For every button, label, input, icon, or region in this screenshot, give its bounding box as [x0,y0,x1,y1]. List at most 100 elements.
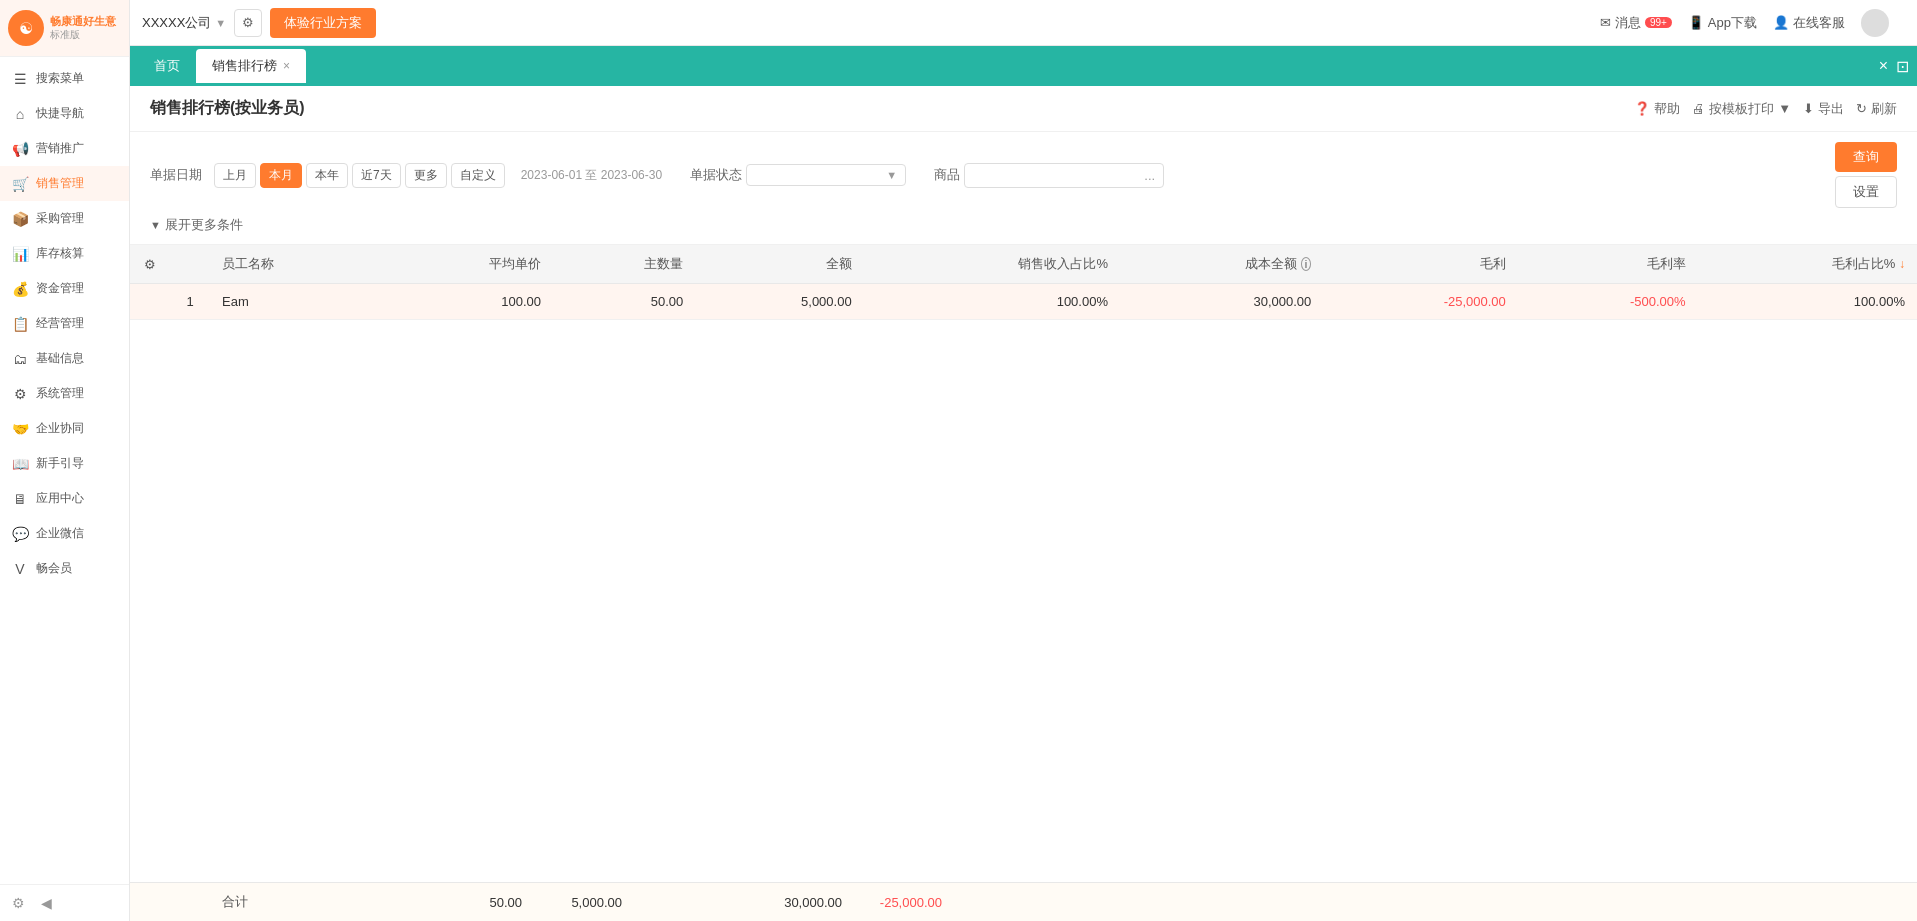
footer-main-qty: 50.00 [442,895,522,910]
nav-label-8: 基础信息 [36,350,84,367]
tab-minimize-icon[interactable]: × [1879,57,1888,76]
header-right: ✉ 消息 99+ 📱 App下载 👤 在线客服 [1600,9,1905,37]
table-footer: 合计 50.00 5,000.00 30,000.00 -25,000.00 [130,882,1917,921]
sidebar-item-6[interactable]: 💰资金管理 [0,271,129,306]
tab-close-icon[interactable]: × [283,59,290,73]
query-button[interactable]: 查询 [1835,142,1897,172]
col-gross-pct: 毛利占比% ↓ [1698,245,1917,284]
col-amount: 全额 [695,245,863,284]
data-table: ⚙ 员工名称 平均单价 主数量 全额 销售收入占比% 成本全额 i 毛利 毛利率… [130,245,1917,320]
row-settings [130,284,170,320]
date-range-display: 2023-06-01 至 2023-06-30 [521,167,662,184]
expand-label: 展开更多条件 [165,216,243,234]
print-button[interactable]: 🖨 按模板打印 ▼ [1692,100,1791,118]
col-sales-pct: 销售收入占比% [864,245,1120,284]
nav-label-6: 资金管理 [36,280,84,297]
date-btn-this-year[interactable]: 本年 [306,163,348,188]
nav-icon-1: ⌂ [12,106,28,122]
settings-icon-btn[interactable]: ⚙ [234,9,262,37]
date-btn-7days[interactable]: 近7天 [352,163,401,188]
refresh-label: 刷新 [1871,100,1897,118]
help-icon: ❓ [1634,101,1650,116]
sidebar-item-11[interactable]: 📖新手引导 [0,446,129,481]
online-service-label: 在线客服 [1793,14,1845,32]
expand-button[interactable]: ▼ 展开更多条件 [150,216,1897,234]
page-actions: ❓ 帮助 🖨 按模板打印 ▼ ⬇ 导出 ↻ 刷新 [1634,100,1897,118]
avatar[interactable] [1861,9,1889,37]
table-row: 1 Eam 100.00 50.00 5,000.00 100.00% 30,0… [130,284,1917,320]
date-btn-more[interactable]: 更多 [405,163,447,188]
col-name: 员工名称 [210,245,382,284]
sidebar-collapse-icon[interactable]: ◀ [41,895,52,911]
nav-label-14: 畅会员 [36,560,72,577]
col-settings[interactable]: ⚙ [130,245,170,284]
sidebar-item-0[interactable]: ☰搜索菜单 [0,61,129,96]
row-avg-price: 100.00 [382,284,554,320]
date-btn-custom[interactable]: 自定义 [451,163,505,188]
settings-button[interactable]: 设置 [1835,176,1897,208]
row-amount: 5,000.00 [695,284,863,320]
date-filter-label: 单据日期 [150,166,202,184]
online-service-action[interactable]: 👤 在线客服 [1773,14,1845,32]
nav-icon-7: 📋 [12,316,28,332]
col-gross: 毛利 [1323,245,1518,284]
date-btn-last-month[interactable]: 上月 [214,163,256,188]
status-select[interactable]: ▼ [746,164,906,186]
message-action[interactable]: ✉ 消息 99+ [1600,14,1672,32]
footer-cost: 30,000.00 [722,895,842,910]
tab-maximize-icon[interactable]: ⊡ [1896,57,1909,76]
app-download-icon: 📱 [1688,15,1704,30]
tab-bar: 首页 销售排行榜 × × ⊡ [130,46,1917,86]
filter-area: 单据日期 上月 本月 本年 近7天 更多 自定义 2023-06-01 至 20… [130,132,1917,245]
footer-gross: -25,000.00 [842,895,942,910]
col-main-qty: 主数量 [553,245,695,284]
help-button[interactable]: ❓ 帮助 [1634,100,1680,118]
nav-icon-10: 🤝 [12,421,28,437]
nav-label-0: 搜索菜单 [36,70,84,87]
nav-icon-2: 📢 [12,141,28,157]
company-chevron: ▼ [215,17,226,29]
sidebar-item-10[interactable]: 🤝企业协同 [0,411,129,446]
sidebar-item-5[interactable]: 📊库存核算 [0,236,129,271]
col-rank [170,245,210,284]
sidebar-item-13[interactable]: 💬企业微信 [0,516,129,551]
tab-bar-actions: × ⊡ [1879,57,1909,76]
sidebar-item-9[interactable]: ⚙系统管理 [0,376,129,411]
sidebar-item-7[interactable]: 📋 经营管理 [0,306,129,341]
app-name: 畅康通好生意 [50,14,116,28]
nav-label-4: 采购管理 [36,210,84,227]
gross-pct-sort-icon: ↓ [1899,257,1905,271]
sidebar-item-8[interactable]: 🗂基础信息 [0,341,129,376]
app-sub: 标准版 [50,28,116,42]
col-cost: 成本全额 i [1120,245,1323,284]
export-icon: ⬇ [1803,101,1814,116]
sidebar-item-2[interactable]: 📢营销推广 [0,131,129,166]
sidebar-item-12[interactable]: 🖥应用中心 [0,481,129,516]
sidebar-item-3[interactable]: 🛒销售管理 [0,166,129,201]
table-wrapper: ⚙ 员工名称 平均单价 主数量 全额 销售收入占比% 成本全额 i 毛利 毛利率… [130,245,1917,882]
main-area: XXXXX公司 ▼ ⚙ 体验行业方案 ✉ 消息 99+ 📱 App下载 👤 在线… [130,0,1917,921]
page-title: 销售排行榜(按业务员) [150,98,305,119]
refresh-icon: ↻ [1856,101,1867,116]
goods-select[interactable]: ... [964,163,1164,188]
row-sales-pct: 100.00% [864,284,1120,320]
nav-label-9: 系统管理 [36,385,84,402]
app-download-action[interactable]: 📱 App下载 [1688,14,1757,32]
tab-home[interactable]: 首页 [138,49,196,83]
nav-icon-3: 🛒 [12,176,28,192]
sidebar-item-1[interactable]: ⌂快捷导航 [0,96,129,131]
app-download-label: App下载 [1708,14,1757,32]
refresh-button[interactable]: ↻ 刷新 [1856,100,1897,118]
sidebar-item-4[interactable]: 📦采购管理 [0,201,129,236]
sidebar-item-14[interactable]: V畅会员 [0,551,129,586]
date-btn-this-month[interactable]: 本月 [260,163,302,188]
tab-active[interactable]: 销售排行榜 × [196,49,306,83]
company-selector[interactable]: XXXXX公司 ▼ [142,14,226,32]
print-label: 按模板打印 [1709,100,1774,118]
trial-button[interactable]: 体验行业方案 [270,8,376,38]
row-cost: 30,000.00 [1120,284,1323,320]
sidebar-settings-icon[interactable]: ⚙ [12,895,25,911]
print-chevron: ▼ [1778,101,1791,116]
nav-label-7: 经营管理 [36,315,84,332]
export-button[interactable]: ⬇ 导出 [1803,100,1844,118]
